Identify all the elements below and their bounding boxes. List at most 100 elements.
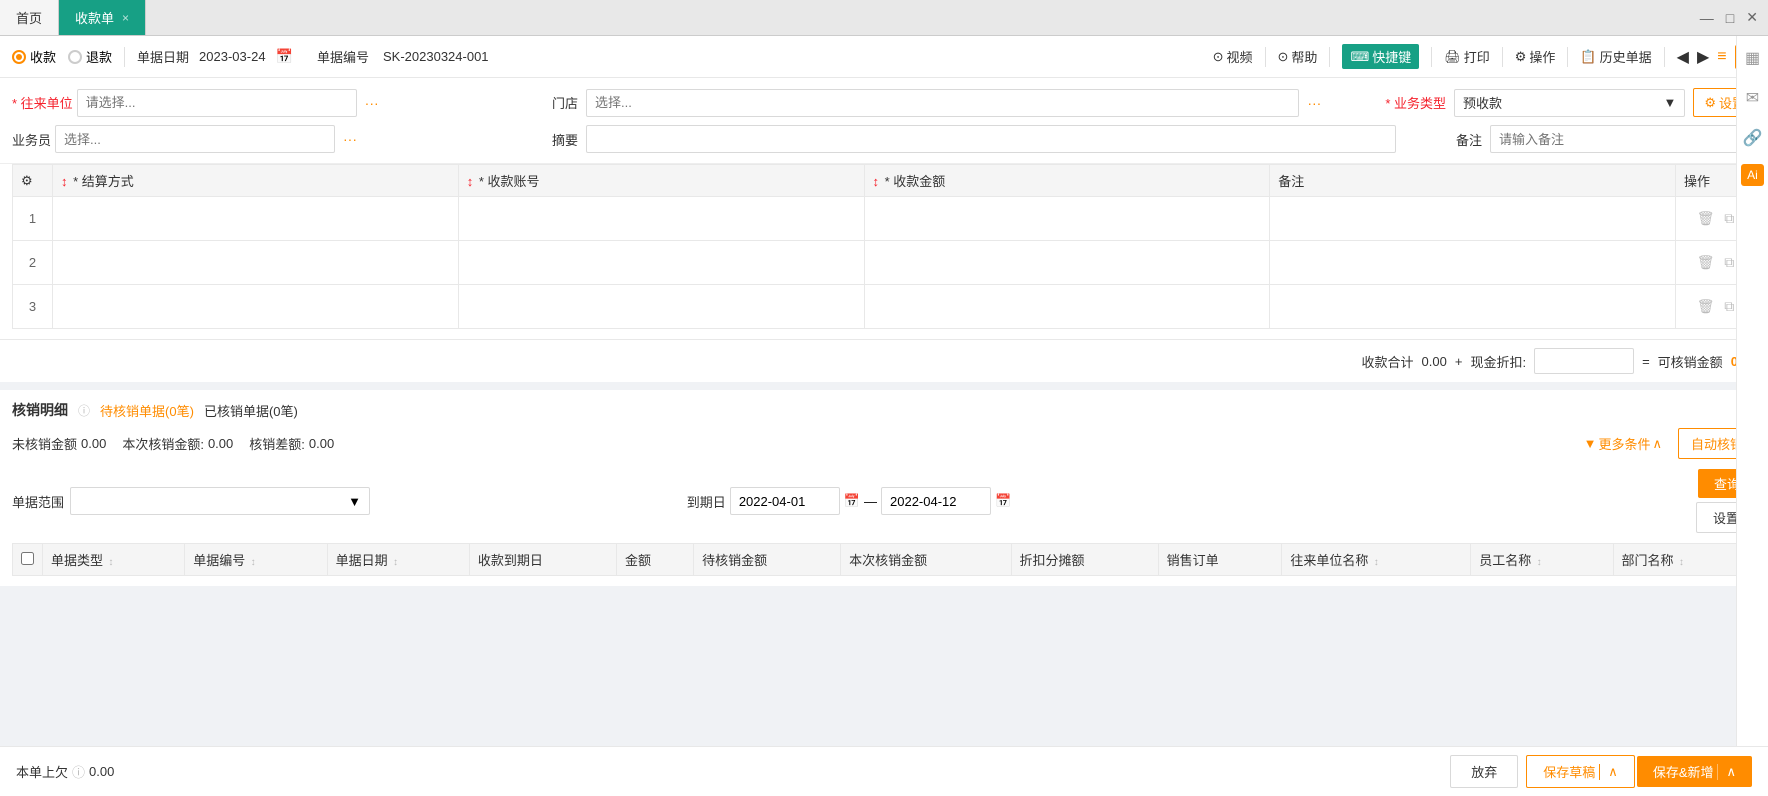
col-account: ↕ * 收款账号 [458, 165, 864, 197]
discount-input[interactable] [1534, 348, 1634, 374]
tab-receipts[interactable]: 收款单 × [59, 0, 146, 35]
verif-col-current-amount: 本次核销金额 [841, 544, 1011, 576]
counterpart-more-btn[interactable]: ··· [361, 95, 383, 111]
action-operations[interactable]: ⚙ 操作 [1515, 47, 1556, 66]
amount-input-1[interactable] [865, 197, 1270, 240]
note-field: 备注 [1456, 125, 1756, 153]
copy-icon-1[interactable]: ⧉ [1724, 210, 1734, 226]
row-1-note[interactable] [1270, 197, 1676, 241]
verif-tab-pending[interactable]: 待核销单据(0笔) [100, 401, 194, 420]
store-more-btn[interactable]: ··· [1303, 95, 1325, 111]
delete-icon-2[interactable]: 🗑 [1697, 254, 1715, 270]
discard-btn[interactable]: 放弃 [1450, 755, 1518, 788]
window-close-btn[interactable]: ✕ [1746, 9, 1758, 26]
tab-home[interactable]: 首页 [0, 0, 59, 35]
row-2-note[interactable] [1270, 241, 1676, 285]
business-type-dropdown-icon: ▼ [1663, 95, 1676, 110]
store-input[interactable] [586, 89, 1299, 117]
verif-table: 单据类型 ↕ 单据编号 ↕ 单据日期 ↕ 收款到期日 金 [12, 543, 1756, 576]
amount-input-2[interactable] [865, 241, 1270, 284]
business-type-field: * 业务类型 预收款 ▼ [1385, 89, 1685, 117]
account-input-3[interactable] [459, 285, 864, 328]
settlement-input-2[interactable] [53, 241, 458, 284]
done-count: 0 [273, 404, 280, 419]
amount-input-3[interactable] [865, 285, 1270, 328]
row-1-amount[interactable] [864, 197, 1270, 241]
save-draft-btn[interactable]: 保存草稿 ∧ [1526, 755, 1635, 788]
table-gear-header[interactable]: ⚙ [13, 165, 53, 197]
row-1-settlement[interactable] [53, 197, 459, 241]
number-field: 单据编号 SK-20230324-001 [317, 47, 489, 66]
verif-col-employee: 员工名称 ↕ [1471, 544, 1613, 576]
verif-tab-done[interactable]: 已核销单据(0笔) [204, 401, 298, 420]
radio-refund[interactable]: 退款 [68, 47, 112, 66]
delete-icon-3[interactable]: 🗑 [1697, 298, 1715, 314]
save-draft-arrow[interactable]: ∧ [1599, 764, 1618, 780]
action-layout2[interactable]: ▶ [1697, 47, 1709, 67]
more-conditions-btn[interactable]: ▼ 更多条件 ∧ [1584, 434, 1662, 453]
copy-icon-2[interactable]: ⧉ [1724, 254, 1734, 270]
salesperson-more-btn[interactable]: ··· [339, 131, 361, 147]
account-input-1[interactable] [459, 197, 864, 240]
copy-icon-3[interactable]: ⧉ [1724, 298, 1734, 314]
row-2-settlement[interactable] [53, 241, 459, 285]
divider-7 [1664, 47, 1665, 67]
sidebar-link-icon[interactable]: 🔗 [1739, 124, 1767, 152]
row-3-note[interactable] [1270, 285, 1676, 329]
date-range-dash: — [864, 494, 877, 509]
summary-row: 收款合计 0.00 + 现金折扣: = 可核销金额 0.00 [0, 339, 1768, 382]
diff-label: 核销差额: [249, 434, 305, 453]
action-print[interactable]: 🖨 打印 [1444, 47, 1490, 66]
settlement-input-3[interactable] [53, 285, 458, 328]
verif-col-doc-date: 单据日期 ↕ [327, 544, 469, 576]
receipts-table: ⚙ ↕ * 结算方式 ↕ * 收款账号 ↕ * 收款金额 备注 [12, 164, 1756, 329]
date-calendar-icon[interactable]: 📅 [276, 48, 293, 65]
row-3-amount[interactable] [864, 285, 1270, 329]
verif-col-discount: 折扣分摊额 [1011, 544, 1158, 576]
tab-close-icon[interactable]: × [122, 11, 129, 25]
action-shortcuts[interactable]: ⌨ 快捷键 [1342, 44, 1419, 69]
action-video[interactable]: ⊙ 视频 [1213, 47, 1253, 66]
delete-icon-1[interactable]: 🗑 [1697, 210, 1715, 226]
note-input[interactable] [1490, 125, 1756, 153]
business-type-select[interactable]: 预收款 ▼ [1454, 89, 1685, 117]
row-3-settlement[interactable] [53, 285, 459, 329]
row-2-amount[interactable] [864, 241, 1270, 285]
window-maximize-btn[interactable]: □ [1726, 10, 1734, 26]
date-to-input[interactable] [881, 487, 991, 515]
summary-input[interactable] [586, 125, 1396, 153]
save-new-btn[interactable]: 保存&新增 ∧ [1637, 756, 1752, 787]
date-from-input[interactable] [730, 487, 840, 515]
salesperson-input[interactable] [55, 125, 335, 153]
sidebar-table-icon[interactable]: ▦ [1741, 44, 1764, 72]
action-help[interactable]: ⊙ 帮助 [1278, 47, 1318, 66]
action-layout3[interactable]: ≡ [1717, 48, 1726, 66]
settlement-input-1[interactable] [53, 197, 458, 240]
sidebar-image-icon[interactable]: Ai [1741, 164, 1764, 186]
note-input-2[interactable] [1270, 241, 1675, 284]
range-select[interactable]: ▼ [70, 487, 370, 515]
row-3-account[interactable] [458, 285, 864, 329]
note-input-3[interactable] [1270, 285, 1675, 328]
radio-receipts[interactable]: 收款 [12, 47, 56, 66]
row-1-account[interactable] [458, 197, 864, 241]
save-new-arrow[interactable]: ∧ [1717, 764, 1736, 780]
account-input-2[interactable] [459, 241, 864, 284]
radio-receipts-label: 收款 [30, 47, 56, 66]
verif-select-all[interactable] [21, 552, 34, 565]
note-input-1[interactable] [1270, 197, 1675, 240]
action-history[interactable]: 📋 历史单据 [1580, 47, 1651, 66]
verif-info-icon[interactable]: ⓘ [78, 402, 90, 419]
row-2-account[interactable] [458, 241, 864, 285]
window-minimize-btn[interactable]: — [1700, 10, 1714, 26]
plus-symbol: + [1455, 354, 1463, 369]
col-amount: ↕ * 收款金额 [864, 165, 1270, 197]
diff-value: 0.00 [309, 436, 334, 451]
sidebar-email-icon[interactable]: ✉ [1742, 84, 1763, 112]
divider-4 [1431, 47, 1432, 67]
calendar-to-icon[interactable]: 📅 [995, 493, 1011, 509]
calendar-from-icon[interactable]: 📅 [844, 493, 860, 509]
bottom-info-icon[interactable]: ⓘ [72, 762, 85, 781]
counterpart-input[interactable] [77, 89, 357, 117]
action-layout1[interactable]: ◀ [1677, 47, 1689, 67]
